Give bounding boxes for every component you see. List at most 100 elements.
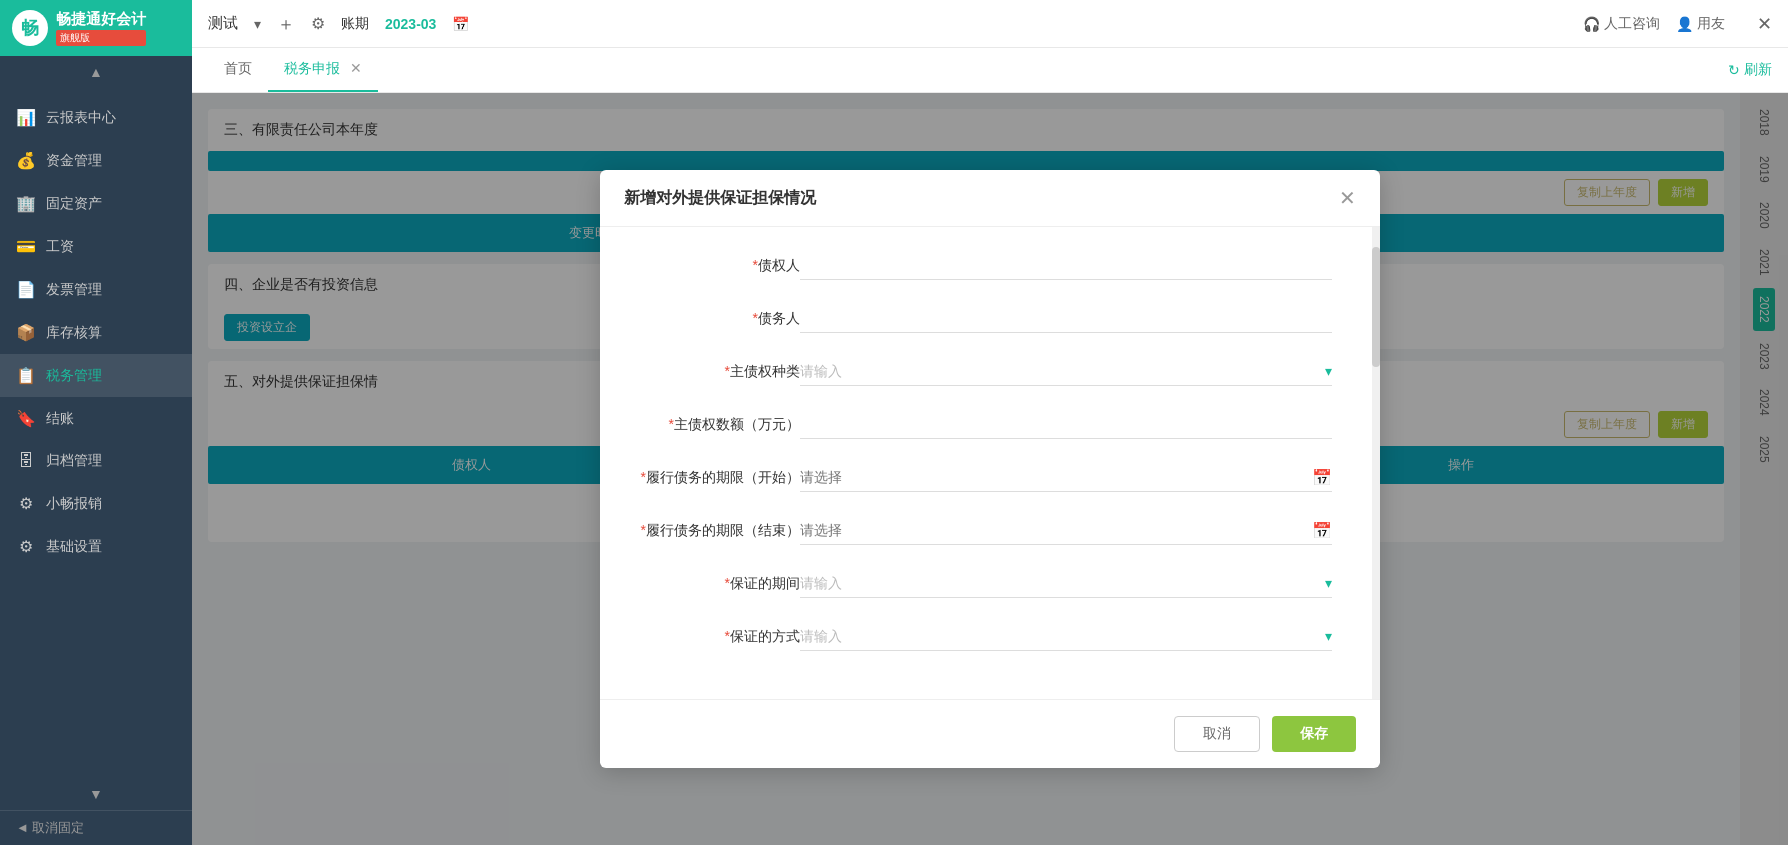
tabs-bar: 首页 税务申报 ✕ ↻ 刷新: [192, 48, 1788, 93]
guarantee-period-label: *保证的期间: [640, 575, 800, 593]
start-date-input[interactable]: [800, 463, 1312, 491]
sidebar-header: 畅 畅捷通好会计 旗舰版: [0, 0, 192, 56]
modal-footer: 取消 保存: [600, 699, 1380, 768]
invoices-icon: 📄: [16, 280, 36, 299]
sidebar-item-archive[interactable]: 🗄 归档管理: [0, 440, 192, 482]
modal-overlay: 新增对外提供保证担保情况 ✕ *债权人: [192, 93, 1788, 845]
end-date-wrapper: 📅: [800, 516, 1332, 545]
required-star: *: [725, 575, 730, 591]
creditor-label: *债权人: [640, 257, 800, 275]
sidebar-item-label: 归档管理: [46, 452, 102, 470]
field-debt-type: *主债权种类 ▾: [640, 357, 1332, 386]
modal-header: 新增对外提供保证担保情况 ✕: [600, 170, 1380, 227]
guarantee-method-chevron-icon[interactable]: ▾: [1325, 628, 1332, 644]
gear-icon[interactable]: ⚙: [311, 14, 325, 33]
archive-icon: 🗄: [16, 452, 36, 470]
guarantee-period-input[interactable]: [800, 569, 1325, 597]
tab-home[interactable]: 首页: [208, 48, 268, 92]
start-date-label: *履行债务的期限（开始）: [640, 469, 800, 487]
topbar: 测试 ▾ ＋ ⚙ 账期 2023-03 📅 🎧 人工咨询 👤 用友 ✕: [192, 0, 1788, 48]
tab-tax-filing-label: 税务申报: [284, 60, 340, 76]
debt-type-label: *主债权种类: [640, 363, 800, 381]
modal-scrollbar-thumb[interactable]: [1372, 247, 1380, 367]
end-date-input[interactable]: [800, 516, 1312, 544]
sidebar-item-settings[interactable]: ⚙ 基础设置: [0, 525, 192, 568]
sidebar-title: 畅捷通好会计: [56, 10, 146, 28]
sidebar-item-label: 小畅报销: [46, 495, 102, 513]
topbar-right: 🎧 人工咨询 👤 用友 ✕: [1583, 13, 1772, 35]
tab-close-icon[interactable]: ✕: [350, 60, 362, 76]
guarantee-method-select[interactable]: ▾: [800, 622, 1332, 651]
tab-tax-filing[interactable]: 税务申报 ✕: [268, 48, 378, 92]
sidebar-scroll-up[interactable]: ▲: [0, 56, 192, 88]
sidebar-item-cloud-reports[interactable]: 📊 云报表中心: [0, 96, 192, 139]
field-debtor: *债务人: [640, 304, 1332, 333]
debt-type-chevron-icon[interactable]: ▾: [1325, 363, 1332, 379]
topbar-close-icon[interactable]: ✕: [1757, 13, 1772, 35]
required-star: *: [641, 469, 646, 485]
service-link[interactable]: 🎧 人工咨询: [1583, 15, 1660, 33]
save-button[interactable]: 保存: [1272, 716, 1356, 752]
sidebar-item-label: 固定资产: [46, 195, 102, 213]
guarantee-period-select[interactable]: ▾: [800, 569, 1332, 598]
required-star: *: [753, 257, 758, 273]
sidebar-item-fixed-assets[interactable]: 🏢 固定资产: [0, 182, 192, 225]
period-label: 账期: [341, 15, 369, 33]
sidebar-item-payroll[interactable]: 💳 工资: [0, 225, 192, 268]
required-star: *: [753, 310, 758, 326]
sidebar-unpin[interactable]: ◄ 取消固定: [0, 810, 192, 845]
calendar-icon[interactable]: 📅: [452, 16, 469, 32]
refresh-icon: ↻: [1728, 62, 1740, 78]
required-star: *: [669, 416, 674, 432]
creditor-input[interactable]: [800, 251, 1332, 280]
sidebar-nav: 📊 云报表中心 💰 资金管理 🏢 固定资产 💳 工资 📄 发票管理 📦: [0, 88, 192, 778]
expense-icon: ⚙: [16, 494, 36, 513]
sidebar-item-label: 云报表中心: [46, 109, 116, 127]
sidebar-item-label: 结账: [46, 410, 74, 428]
refresh-button[interactable]: ↻ 刷新: [1728, 61, 1772, 79]
end-date-calendar-icon[interactable]: 📅: [1312, 521, 1332, 540]
sidebar: 畅 畅捷通好会计 旗舰版 ▲ 📊 云报表中心 💰 资金管理 🏢 固定资产 💳: [0, 0, 192, 845]
service-label: 人工咨询: [1604, 15, 1660, 33]
field-end-date: *履行债务的期限（结束） 📅: [640, 516, 1332, 545]
tax-icon: 📋: [16, 366, 36, 385]
inventory-icon: 📦: [16, 323, 36, 342]
refresh-label: 刷新: [1744, 61, 1772, 79]
field-guarantee-method: *保证的方式 ▾: [640, 622, 1332, 651]
sidebar-item-invoices[interactable]: 📄 发票管理: [0, 268, 192, 311]
sidebar-badge: 旗舰版: [56, 30, 146, 46]
sidebar-item-label: 基础设置: [46, 538, 102, 556]
sidebar-scroll-down[interactable]: ▼: [0, 778, 192, 810]
debtor-label: *债务人: [640, 310, 800, 328]
sidebar-logo: 畅: [12, 10, 48, 46]
debtor-input[interactable]: [800, 304, 1332, 333]
sidebar-item-expense[interactable]: ⚙ 小畅报销: [0, 482, 192, 525]
debt-type-select[interactable]: ▾: [800, 357, 1332, 386]
add-icon[interactable]: ＋: [277, 12, 295, 36]
debt-amount-input[interactable]: [800, 410, 1332, 439]
modal-close-icon[interactable]: ✕: [1339, 186, 1356, 210]
sidebar-item-funds[interactable]: 💰 资金管理: [0, 139, 192, 182]
sidebar-item-label: 发票管理: [46, 281, 102, 299]
modal-body: *债权人 *债务人: [600, 227, 1372, 699]
sidebar-item-label: 资金管理: [46, 152, 102, 170]
sidebar-item-tax[interactable]: 📋 税务管理: [0, 354, 192, 397]
app-container: 畅 畅捷通好会计 旗舰版 ▲ 📊 云报表中心 💰 资金管理 🏢 固定资产 💳: [0, 0, 1788, 845]
payroll-icon: 💳: [16, 237, 36, 256]
settlement-icon: 🔖: [16, 409, 36, 428]
sidebar-item-label: 库存核算: [46, 324, 102, 342]
debt-type-input[interactable]: [800, 357, 1325, 385]
company-chevron-icon[interactable]: ▾: [254, 16, 261, 32]
cancel-button[interactable]: 取消: [1174, 716, 1260, 752]
sidebar-item-inventory[interactable]: 📦 库存核算: [0, 311, 192, 354]
headset-icon: 🎧: [1583, 16, 1600, 32]
start-date-calendar-icon[interactable]: 📅: [1312, 468, 1332, 487]
guarantee-period-chevron-icon[interactable]: ▾: [1325, 575, 1332, 591]
user-icon: 👤: [1676, 16, 1693, 32]
sidebar-item-settlement[interactable]: 🔖 结账: [0, 397, 192, 440]
period-value: 2023-03: [385, 16, 436, 32]
modal-scrollbar[interactable]: [1372, 227, 1380, 699]
guarantee-method-input[interactable]: [800, 622, 1325, 650]
user-menu[interactable]: 👤 用友: [1676, 15, 1725, 33]
sidebar-item-label: 税务管理: [46, 367, 102, 385]
